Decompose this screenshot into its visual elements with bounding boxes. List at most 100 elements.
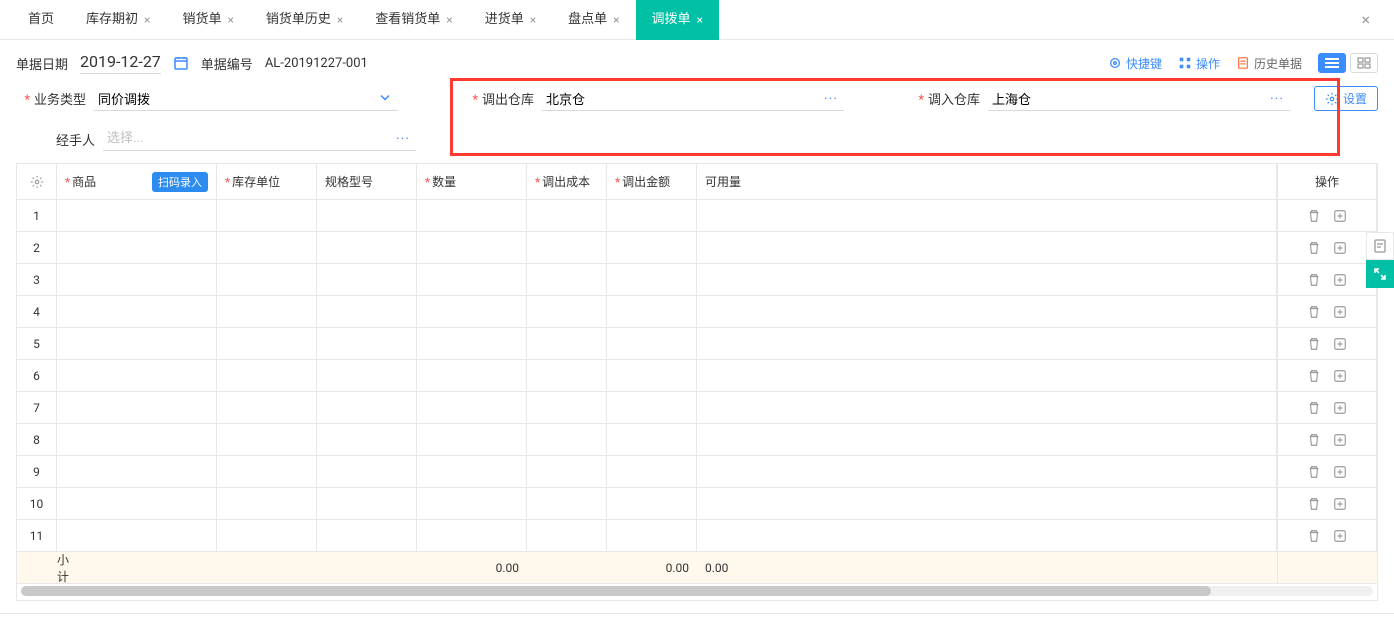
more-icon[interactable]: ··· bbox=[824, 91, 838, 107]
cell-cost[interactable] bbox=[527, 424, 607, 455]
tabs-close-all[interactable]: × bbox=[1349, 10, 1382, 29]
add-icon[interactable] bbox=[1333, 209, 1347, 223]
add-icon[interactable] bbox=[1333, 241, 1347, 255]
close-icon[interactable]: × bbox=[227, 0, 233, 40]
table-row[interactable]: 7 bbox=[17, 392, 1377, 424]
delete-icon[interactable] bbox=[1307, 305, 1321, 319]
cell-spec[interactable] bbox=[317, 424, 417, 455]
cell-amount[interactable] bbox=[607, 488, 697, 519]
close-icon[interactable]: × bbox=[337, 0, 343, 40]
cell-product[interactable] bbox=[57, 264, 217, 295]
cell-qty[interactable] bbox=[417, 360, 527, 391]
cell-amount[interactable] bbox=[607, 424, 697, 455]
side-expand-btn[interactable] bbox=[1366, 260, 1394, 288]
close-icon[interactable]: × bbox=[530, 0, 536, 40]
cell-spec[interactable] bbox=[317, 328, 417, 359]
more-icon[interactable]: ··· bbox=[396, 131, 410, 147]
cell-amount[interactable] bbox=[607, 296, 697, 327]
add-icon[interactable] bbox=[1333, 401, 1347, 415]
toolbar-shortcut[interactable]: 快捷键 bbox=[1108, 55, 1162, 72]
scan-badge[interactable]: 扫码录入 bbox=[152, 172, 208, 192]
table-row[interactable]: 4 bbox=[17, 296, 1377, 328]
cell-qty[interactable] bbox=[417, 424, 527, 455]
delete-icon[interactable] bbox=[1307, 465, 1321, 479]
tab-transfer-order[interactable]: 调拨单× bbox=[636, 0, 719, 40]
cell-qty[interactable] bbox=[417, 520, 527, 551]
cell-product[interactable] bbox=[57, 360, 217, 391]
delete-icon[interactable] bbox=[1307, 433, 1321, 447]
cell-product[interactable] bbox=[57, 328, 217, 359]
table-row[interactable]: 8 bbox=[17, 424, 1377, 456]
toolbar-history[interactable]: 历史单据 bbox=[1236, 55, 1302, 72]
cell-unit[interactable] bbox=[217, 424, 317, 455]
table-row[interactable]: 5 bbox=[17, 328, 1377, 360]
table-row[interactable]: 11 bbox=[17, 520, 1377, 552]
tab-purchase-order[interactable]: 进货单× bbox=[469, 0, 552, 40]
cell-product[interactable] bbox=[57, 392, 217, 423]
out-warehouse-input[interactable] bbox=[542, 87, 844, 111]
cell-unit[interactable] bbox=[217, 456, 317, 487]
cell-amount[interactable] bbox=[607, 392, 697, 423]
cell-qty[interactable] bbox=[417, 488, 527, 519]
cell-amount[interactable] bbox=[607, 456, 697, 487]
doc-date-value[interactable]: 2019-12-27 bbox=[80, 52, 161, 74]
cell-cost[interactable] bbox=[527, 360, 607, 391]
calendar-icon[interactable] bbox=[173, 55, 189, 71]
cell-available[interactable] bbox=[697, 488, 1277, 519]
cell-amount[interactable] bbox=[607, 232, 697, 263]
table-row[interactable]: 9 bbox=[17, 456, 1377, 488]
cell-spec[interactable] bbox=[317, 200, 417, 231]
add-icon[interactable] bbox=[1333, 433, 1347, 447]
chevron-down-icon[interactable] bbox=[378, 90, 392, 107]
delete-icon[interactable] bbox=[1307, 401, 1321, 415]
tab-sales-order[interactable]: 销货单× bbox=[166, 0, 249, 40]
cell-spec[interactable] bbox=[317, 264, 417, 295]
table-row[interactable]: 10 bbox=[17, 488, 1377, 520]
cell-qty[interactable] bbox=[417, 456, 527, 487]
tab-inventory-init[interactable]: 库存期初× bbox=[70, 0, 166, 40]
cell-unit[interactable] bbox=[217, 488, 317, 519]
cell-cost[interactable] bbox=[527, 200, 607, 231]
cell-unit[interactable] bbox=[217, 232, 317, 263]
view-grid-btn[interactable] bbox=[1350, 53, 1378, 73]
delete-icon[interactable] bbox=[1307, 497, 1321, 511]
cell-qty[interactable] bbox=[417, 200, 527, 231]
cell-spec[interactable] bbox=[317, 296, 417, 327]
close-icon[interactable]: × bbox=[697, 0, 703, 40]
cell-available[interactable] bbox=[697, 264, 1277, 295]
close-icon[interactable]: × bbox=[446, 0, 452, 40]
delete-icon[interactable] bbox=[1307, 273, 1321, 287]
tab-sales-history[interactable]: 销货单历史× bbox=[250, 0, 359, 40]
add-icon[interactable] bbox=[1333, 273, 1347, 287]
delete-icon[interactable] bbox=[1307, 337, 1321, 351]
table-row[interactable]: 2 bbox=[17, 232, 1377, 264]
cell-available[interactable] bbox=[697, 296, 1277, 327]
toolbar-actions[interactable]: 操作 bbox=[1178, 55, 1220, 72]
cell-spec[interactable] bbox=[317, 456, 417, 487]
delete-icon[interactable] bbox=[1307, 209, 1321, 223]
cell-unit[interactable] bbox=[217, 200, 317, 231]
cell-qty[interactable] bbox=[417, 296, 527, 327]
cell-unit[interactable] bbox=[217, 296, 317, 327]
cell-amount[interactable] bbox=[607, 264, 697, 295]
cell-amount[interactable] bbox=[607, 328, 697, 359]
cell-amount[interactable] bbox=[607, 200, 697, 231]
cell-unit[interactable] bbox=[217, 328, 317, 359]
biz-type-input[interactable] bbox=[94, 87, 398, 111]
cell-product[interactable] bbox=[57, 200, 217, 231]
cell-available[interactable] bbox=[697, 360, 1277, 391]
add-icon[interactable] bbox=[1333, 305, 1347, 319]
cell-cost[interactable] bbox=[527, 488, 607, 519]
cell-product[interactable] bbox=[57, 520, 217, 551]
cell-cost[interactable] bbox=[527, 456, 607, 487]
cell-product[interactable] bbox=[57, 296, 217, 327]
add-icon[interactable] bbox=[1333, 465, 1347, 479]
view-list-btn[interactable] bbox=[1318, 53, 1346, 73]
add-icon[interactable] bbox=[1333, 369, 1347, 383]
close-icon[interactable]: × bbox=[613, 0, 619, 40]
cell-product[interactable] bbox=[57, 232, 217, 263]
cell-cost[interactable] bbox=[527, 328, 607, 359]
tab-stocktake[interactable]: 盘点单× bbox=[552, 0, 635, 40]
gear-column-header[interactable] bbox=[17, 164, 57, 199]
cell-qty[interactable] bbox=[417, 392, 527, 423]
